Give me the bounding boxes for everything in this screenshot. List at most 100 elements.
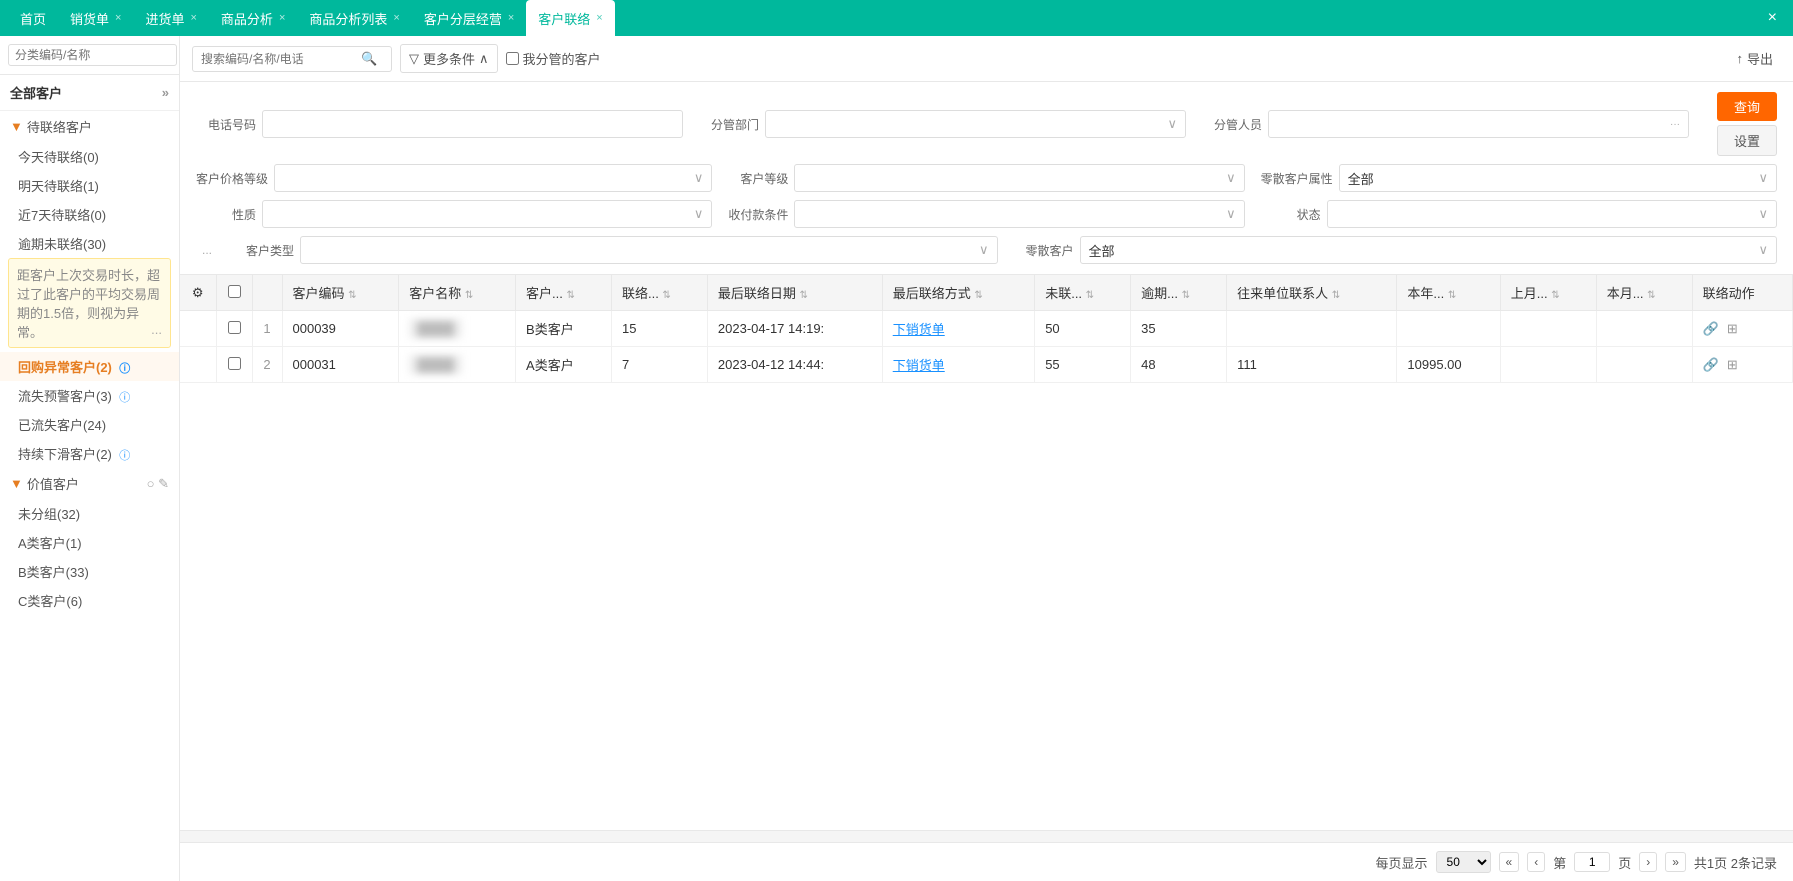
col-check[interactable] — [216, 275, 252, 311]
last-page-btn[interactable]: » — [1665, 852, 1686, 872]
sidebar-item-7days[interactable]: 近7天待联络(0) — [0, 200, 179, 229]
sidebar-item-ungroup[interactable]: 未分组(32) — [0, 499, 179, 528]
gender-input[interactable]: ∨ — [262, 200, 712, 228]
row-this-month — [1596, 347, 1692, 383]
col-settings[interactable]: ⚙ — [180, 275, 216, 311]
edit-value-group-icon[interactable]: ○ ✎ — [147, 476, 169, 492]
data-table-section: ⚙ 客户编码 ⇅ 客户名称 ⇅ 客户... ⇅ 联络... ⇅ 最后联络日期 ⇅… — [180, 275, 1793, 830]
row-check[interactable] — [216, 311, 252, 347]
branch-dept-arrow: ∨ — [1167, 116, 1177, 132]
row-last-contact-way[interactable]: 下销货单 — [882, 311, 1034, 347]
sidebar-item-class-a[interactable]: A类客户(1) — [0, 528, 179, 557]
link-action-icon[interactable]: 🔗 — [1703, 321, 1719, 337]
main-layout: 🔍 全部客户 » ▼ 待联络客户 今天待联络(0) 明天待联络(1) 近7天待联… — [0, 36, 1793, 881]
next-page-btn[interactable]: › — [1639, 852, 1657, 872]
grid-action-icon[interactable]: ⊞ — [1727, 357, 1738, 373]
sidebar-item-tomorrow[interactable]: 明天待联络(1) — [0, 171, 179, 200]
my-customers-checkbox-label[interactable]: 我分管的客户 — [506, 49, 601, 68]
col-name[interactable]: 客户名称 ⇅ — [399, 275, 516, 311]
horizontal-scrollbar[interactable] — [180, 830, 1793, 842]
first-page-btn[interactable]: « — [1499, 852, 1520, 872]
search-box[interactable]: 🔍 — [192, 46, 392, 72]
col-contact[interactable]: 联络... ⇅ — [611, 275, 707, 311]
nav-purchase[interactable]: 进货单 × — [133, 0, 208, 36]
more-filter-dots[interactable]: ... — [196, 241, 218, 259]
status-arrow: ∨ — [1758, 206, 1768, 222]
col-type[interactable]: 客户... ⇅ — [516, 275, 612, 311]
nav-home[interactable]: 首页 — [8, 0, 58, 36]
my-customers-checkbox[interactable] — [506, 52, 519, 65]
main-search-icon[interactable]: 🔍 — [361, 51, 377, 67]
sidebar-item-overdue[interactable]: 逾期未联络(30) — [0, 229, 179, 258]
sidebar-item-warning[interactable]: 流失预警客户(3) ⓘ — [0, 381, 179, 410]
row-code: 000031 — [282, 347, 399, 383]
row-last-contact-way[interactable]: 下销货单 — [882, 347, 1034, 383]
export-button[interactable]: ↑ 导出 — [1728, 45, 1781, 72]
close-customer-segment-tab[interactable]: × — [508, 12, 514, 24]
warning-info-icon: ⓘ — [119, 392, 130, 404]
branch-dept-input[interactable]: ∨ — [765, 110, 1186, 138]
payment-input[interactable]: ∨ — [794, 200, 1244, 228]
col-overdue[interactable]: 逾期... ⇅ — [1131, 275, 1227, 311]
retail-attr-arrow: ∨ — [1758, 170, 1768, 186]
row-check[interactable] — [216, 347, 252, 383]
query-button[interactable]: 查询 — [1717, 92, 1777, 121]
settings-button[interactable]: 设置 — [1717, 125, 1777, 156]
price-level-input[interactable]: ∨ — [274, 164, 712, 192]
tooltip-hint: 距客户上次交易时长，超过了此客户的平均交易周期的1.5倍，则视为异常。 ... — [8, 258, 171, 348]
col-last-month[interactable]: 上月... ⇅ — [1500, 275, 1596, 311]
all-customers-title: 全部客户 » — [0, 75, 179, 111]
col-last-contact-way[interactable]: 最后联络方式 ⇅ — [882, 275, 1034, 311]
close-all-button[interactable]: × — [1760, 5, 1785, 31]
nav-customer-contact[interactable]: 客户联络 × — [526, 0, 614, 36]
close-customer-contact-tab[interactable]: × — [596, 12, 602, 24]
close-product-analysis-tab[interactable]: × — [279, 12, 285, 24]
col-company-contact[interactable]: 往来单位联系人 ⇅ — [1227, 275, 1397, 311]
link-action-icon[interactable]: 🔗 — [1703, 357, 1719, 373]
grid-action-icon[interactable]: ⊞ — [1727, 321, 1738, 337]
col-last-contact-date[interactable]: 最后联络日期 ⇅ — [707, 275, 882, 311]
select-all-checkbox[interactable] — [228, 285, 241, 298]
branch-person-input[interactable]: ··· — [1268, 110, 1689, 138]
close-sales-tab[interactable]: × — [115, 12, 121, 24]
customer-type-input[interactable]: ∨ — [300, 236, 998, 264]
more-conditions-btn[interactable]: ▽ 更多条件 ∧ — [400, 44, 498, 73]
status-input[interactable]: ∨ — [1327, 200, 1777, 228]
nav-sales[interactable]: 销货单 × — [58, 0, 133, 36]
nav-product-analysis[interactable]: 商品分析 × — [209, 0, 297, 36]
per-page-select[interactable]: 50 100 — [1436, 851, 1491, 873]
nav-customer-segment[interactable]: 客户分层经营 × — [412, 0, 526, 36]
total-label: 共1页 2条记录 — [1694, 853, 1777, 872]
main-search-input[interactable] — [201, 52, 361, 66]
col-uncontacted[interactable]: 未联... ⇅ — [1035, 275, 1131, 311]
tooltip-more[interactable]: ... — [151, 322, 162, 337]
sidebar-search-input[interactable] — [8, 44, 177, 66]
sidebar-item-class-b[interactable]: B类客户(33) — [0, 557, 179, 586]
filter-branch-dept: 分管部门 ∨ — [699, 110, 1186, 138]
col-this-month[interactable]: 本月... ⇅ — [1596, 275, 1692, 311]
sidebar-item-declining[interactable]: 持续下滑客户(2) ⓘ — [0, 439, 179, 468]
prev-page-btn[interactable]: ‹ — [1527, 852, 1545, 872]
close-product-list-tab[interactable]: × — [393, 12, 399, 24]
customer-level-input[interactable]: ∨ — [794, 164, 1244, 192]
phone-input[interactable] — [262, 110, 683, 138]
sidebar-item-abnormal[interactable]: 回购异常客户(2) ⓘ — [0, 352, 179, 381]
row-code: 000039 — [282, 311, 399, 347]
filter-customer-type: 客户类型 ∨ — [234, 236, 998, 264]
row-action: 🔗⊞ — [1692, 347, 1792, 383]
per-page-label: 每页显示 — [1376, 853, 1428, 872]
sidebar-item-lost[interactable]: 已流失客户(24) — [0, 410, 179, 439]
page-input[interactable] — [1574, 852, 1610, 872]
pending-group-label[interactable]: ▼ 待联络客户 — [0, 111, 179, 142]
retail-customer-input[interactable]: 全部 ∨ — [1080, 236, 1778, 264]
collapse-sidebar-icon[interactable]: » — [162, 85, 169, 100]
retail-attr-input[interactable]: 全部 ∨ — [1339, 164, 1777, 192]
page-label: 第 — [1553, 853, 1566, 872]
col-code[interactable]: 客户编码 ⇅ — [282, 275, 399, 311]
sidebar-item-today[interactable]: 今天待联络(0) — [0, 142, 179, 171]
nav-product-list[interactable]: 商品分析列表 × — [297, 0, 411, 36]
col-this-year[interactable]: 本年... ⇅ — [1397, 275, 1500, 311]
close-purchase-tab[interactable]: × — [190, 12, 196, 24]
top-navigation: 首页 销货单 × 进货单 × 商品分析 × 商品分析列表 × 客户分层经营 × … — [0, 0, 1793, 36]
sidebar-item-class-c[interactable]: C类客户(6) — [0, 586, 179, 615]
